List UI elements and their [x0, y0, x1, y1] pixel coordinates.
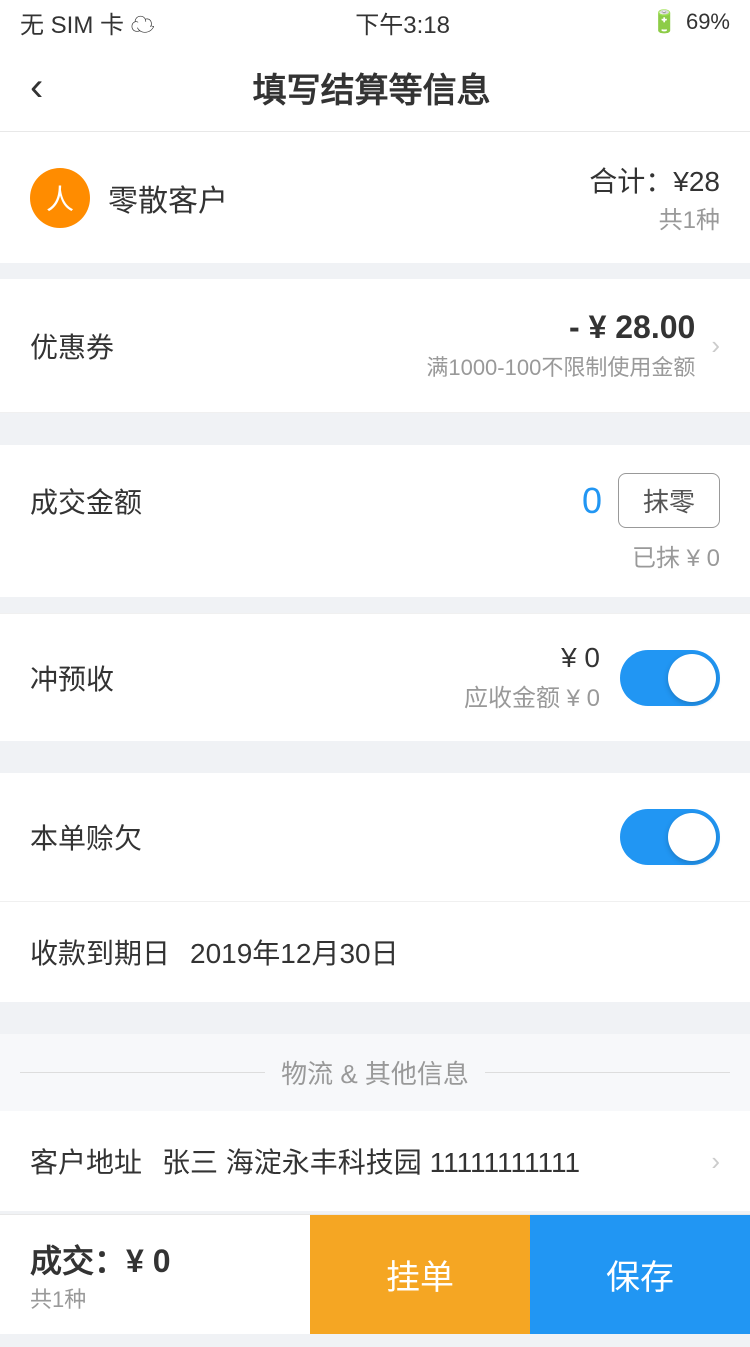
battery-icon: 🔋: [651, 9, 678, 35]
amount-input-area: 0 抹零: [582, 473, 720, 528]
section-divider-3: [0, 1018, 750, 1034]
address-row[interactable]: 客户地址 张三 海淀永丰科技园 11111111111 ›: [0, 1111, 750, 1211]
customer-count: 共1种: [589, 200, 720, 235]
address-chevron-icon: ›: [711, 1146, 720, 1177]
coupon-row[interactable]: 优惠券 - ¥ 28.00 满1000-100不限制使用金额 ›: [0, 279, 750, 413]
customer-section: 人 零散客户 合计：¥28 共1种: [0, 132, 750, 263]
debt-toggle[interactable]: [620, 809, 720, 865]
divider-line-left: [20, 1072, 265, 1073]
due-date-value[interactable]: 2019年12月30日: [190, 932, 399, 972]
status-bar: 无 SIM 卡 ☁ 下午3:18 🔋 69%: [0, 0, 750, 44]
flush-toggle[interactable]: [620, 650, 720, 706]
flush-section: 冲预收 ¥ 0 应收金额 ¥ 0: [0, 613, 750, 741]
flush-sub-amount: 应收金额 ¥ 0: [464, 678, 600, 713]
coupon-sub: 满1000-100不限制使用金额: [426, 350, 695, 382]
back-button[interactable]: ‹: [30, 65, 63, 110]
customer-left: 人 零散客户: [30, 168, 228, 228]
divider-line-right: [485, 1072, 730, 1073]
flush-left: 冲预收: [30, 658, 114, 698]
section-divider-1: [0, 429, 750, 445]
amount-value[interactable]: 0: [582, 480, 602, 522]
amount-sub-row: 已抹 ¥ 0: [0, 538, 750, 597]
bottom-deal-text: 成交：¥ 0: [30, 1236, 280, 1282]
avatar-icon: 人: [46, 178, 74, 218]
round-button[interactable]: 抹零: [618, 473, 720, 528]
flush-right: ¥ 0 应收金额 ¥ 0: [464, 642, 720, 713]
flush-label: 冲预收: [30, 664, 114, 695]
toggle-knob: [668, 654, 716, 702]
customer-row: 人 零散客户 合计：¥28 共1种: [0, 132, 750, 263]
flush-main-amount: ¥ 0: [464, 642, 600, 674]
bottom-deal-label: 成交：: [30, 1243, 126, 1279]
nav-bar: ‹ 填写结算等信息: [0, 44, 750, 132]
due-date-label: 收款到期日: [30, 932, 170, 972]
customer-total: 合计：¥28: [589, 160, 720, 200]
debt-toggle-knob: [668, 813, 716, 861]
address-label: 客户地址: [30, 1141, 142, 1181]
bottom-deal-amount: ¥ 0: [126, 1243, 170, 1279]
section-divider-2: [0, 757, 750, 773]
amount-label: 成交金额: [30, 481, 142, 521]
coupon-amount: - ¥ 28.00: [426, 309, 695, 346]
coupon-right: - ¥ 28.00 满1000-100不限制使用金额 ›: [426, 309, 720, 382]
bottom-bar: 成交：¥ 0 共1种 挂单 保存: [0, 1214, 750, 1334]
coupon-label: 优惠券: [30, 326, 114, 366]
coupon-value-block: - ¥ 28.00 满1000-100不限制使用金额: [426, 309, 695, 382]
status-left: 无 SIM 卡 ☁: [20, 5, 155, 40]
debt-row: 本单赊欠: [0, 773, 750, 901]
sim-status: 无 SIM 卡 ☁: [20, 5, 155, 40]
address-value: 张三 海淀永丰科技园 11111111111: [162, 1141, 705, 1181]
transaction-section: 成交金额 0 抹零 已抹 ¥ 0: [0, 445, 750, 597]
status-time: 下午3:18: [355, 5, 450, 40]
debt-label: 本单赊欠: [30, 817, 142, 857]
amount-row: 成交金额 0 抹零: [0, 445, 750, 538]
page-title: 填写结算等信息: [63, 63, 680, 112]
logistics-header: 物流 & 其他信息: [0, 1034, 750, 1111]
battery-percent: 69%: [686, 9, 730, 35]
chevron-right-icon: ›: [711, 330, 720, 361]
debt-section: 本单赊欠 收款到期日 2019年12月30日: [0, 773, 750, 1002]
save-button[interactable]: 保存: [530, 1215, 750, 1334]
customer-summary: 合计：¥28 共1种: [589, 160, 720, 235]
bottom-summary: 成交：¥ 0 共1种: [0, 1215, 310, 1334]
status-right: 🔋 69%: [651, 9, 730, 35]
address-section: 客户地址 张三 海淀永丰科技园 11111111111 ›: [0, 1111, 750, 1211]
coupon-section: 优惠券 - ¥ 28.00 满1000-100不限制使用金额 ›: [0, 279, 750, 413]
logistics-section: 物流 & 其他信息: [0, 1034, 750, 1111]
hold-button[interactable]: 挂单: [310, 1215, 530, 1334]
avatar: 人: [30, 168, 90, 228]
flush-row: 冲预收 ¥ 0 应收金额 ¥ 0: [0, 614, 750, 741]
due-date-row: 收款到期日 2019年12月30日: [0, 901, 750, 1002]
logistics-label: 物流 & 其他信息: [281, 1054, 469, 1091]
flush-amounts: ¥ 0 应收金额 ¥ 0: [464, 642, 600, 713]
bottom-count: 共1种: [30, 1282, 280, 1314]
customer-name: 零散客户: [108, 176, 228, 220]
